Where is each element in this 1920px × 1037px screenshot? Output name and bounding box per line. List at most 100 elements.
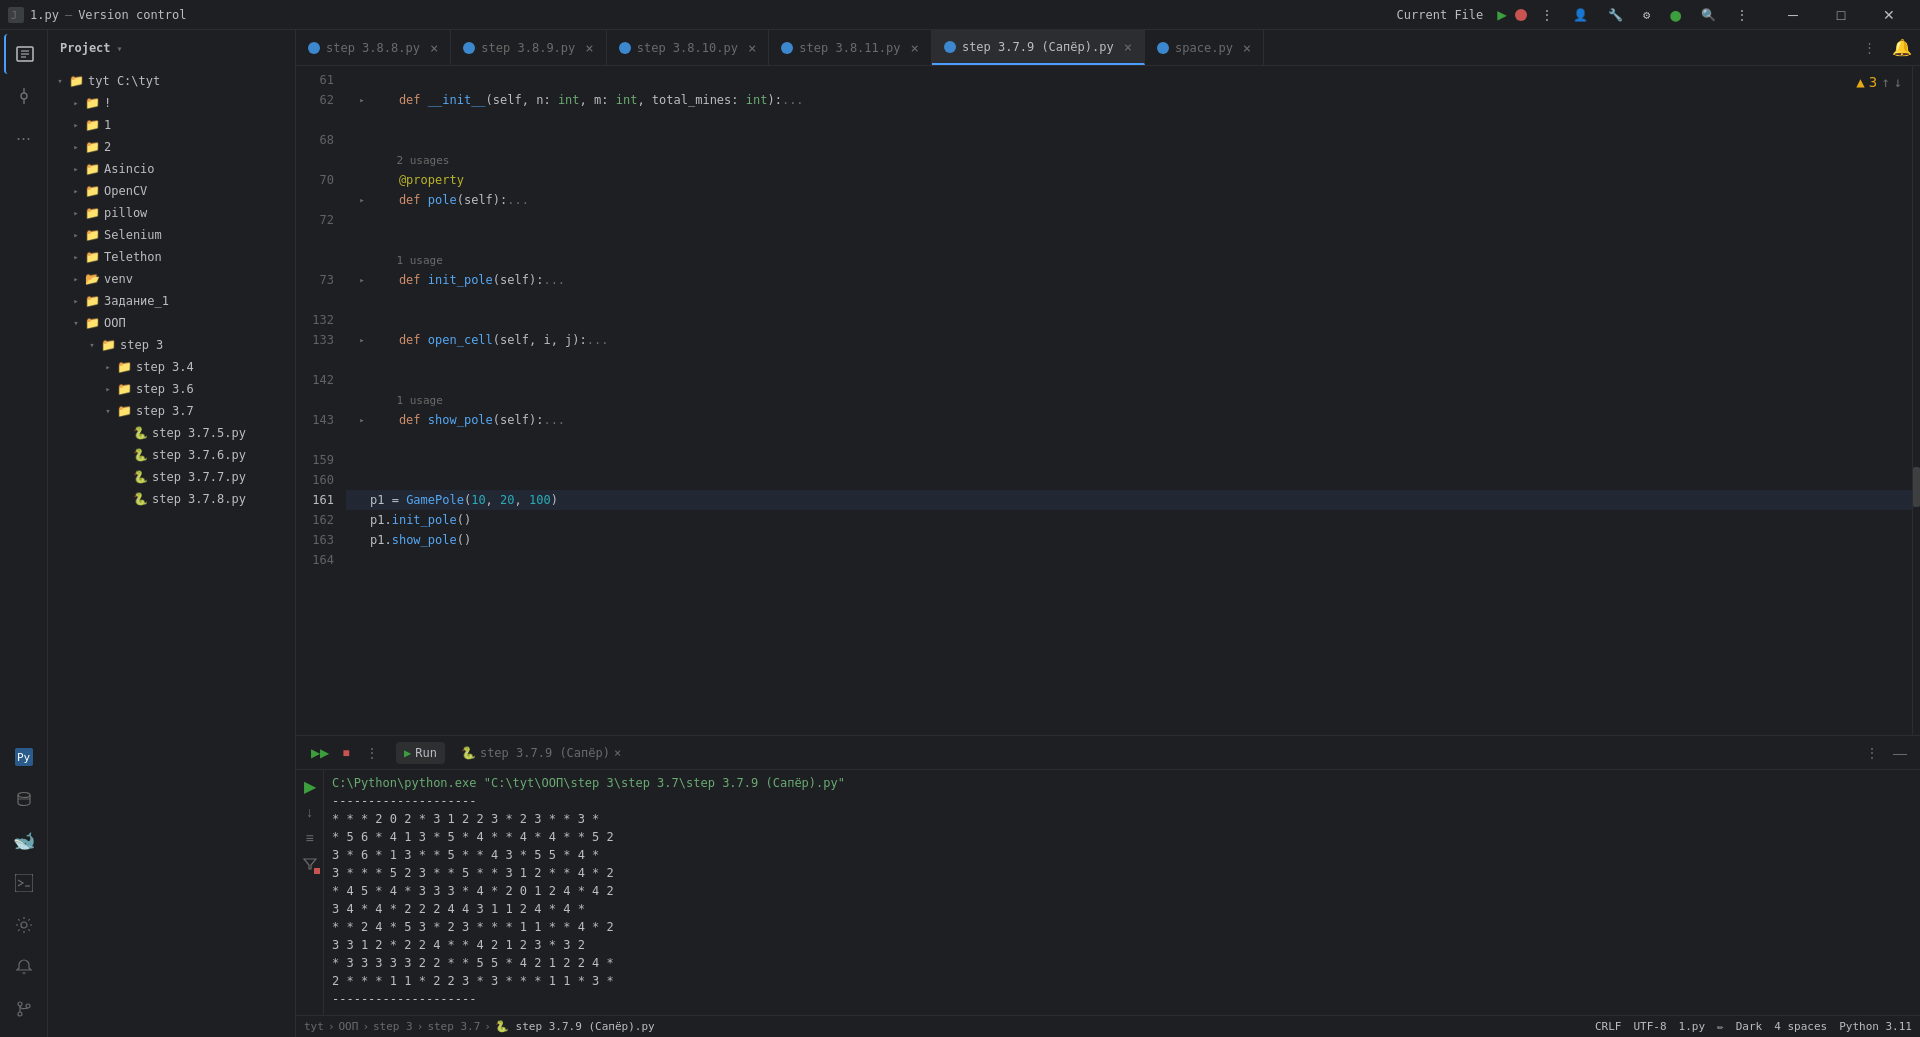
tab-close-3-8-11[interactable]: ×	[910, 40, 918, 56]
tree-item-step375[interactable]: ▸ 🐍 step 3.7.5.py	[48, 422, 295, 444]
more-btn[interactable]: ⋮	[1535, 6, 1559, 24]
tree-item-zadanie[interactable]: ▸ 📁 Задание_1	[48, 290, 295, 312]
python-console-btn[interactable]: Py	[4, 737, 44, 777]
settings-icon-btn[interactable]	[4, 905, 44, 945]
tree-arrow-step37: ▾	[100, 403, 116, 419]
code-area[interactable]: ▸ def __init__(self, n: int, m: int, tot…	[346, 66, 1912, 735]
folder-icon-step37: 📁	[116, 403, 132, 419]
terminal-btn[interactable]	[4, 863, 44, 903]
tree-arrow-asincio: ▸	[68, 161, 84, 177]
tree-item-oop[interactable]: ▾ 📁 ООП	[48, 312, 295, 334]
profile-icon[interactable]: 👤	[1567, 6, 1594, 24]
term-play-btn[interactable]: ▶	[298, 774, 322, 798]
terminal-tab-saper[interactable]: 🐍 step 3.7.9 (Сапёр) ×	[453, 742, 629, 764]
breadcrumb-step3[interactable]: step 3	[373, 1020, 413, 1033]
term-line-4: 3 * * * 5 2 3 * * 5 * * 3 1 2 * * 4 * 2	[332, 864, 1912, 882]
tree-item-selenium[interactable]: ▸ 📁 Selenium	[48, 224, 295, 246]
close-btn[interactable]: ✕	[1866, 0, 1912, 30]
editor-main: 61 62 68 70 72 73 132 133 142 143 159	[296, 66, 1920, 735]
tree-item-venv[interactable]: ▸ 📂 venv	[48, 268, 295, 290]
tree-item-tyt[interactable]: ▾ 📁 tyt C:\tyt	[48, 70, 295, 92]
terminal-settings-btn[interactable]: ⋮	[1860, 741, 1884, 765]
tree-item-2[interactable]: ▸ 📁 2	[48, 136, 295, 158]
tab-close-3-8-8[interactable]: ×	[430, 40, 438, 56]
encoding-status[interactable]: CRLF	[1595, 1020, 1622, 1033]
tab-space[interactable]: space.py ×	[1145, 30, 1264, 65]
indent-status[interactable]: 4 spaces	[1774, 1020, 1827, 1033]
title-bar: J 1.py – Version control Current File ▶ …	[0, 0, 1920, 30]
tab-3-8-9[interactable]: step 3.8.9.py ×	[451, 30, 606, 65]
tree-item-step36[interactable]: ▸ 📁 step 3.6	[48, 378, 295, 400]
tab-close-3-8-10[interactable]: ×	[748, 40, 756, 56]
editor-panel: step 3.8.8.py × step 3.8.9.py × step 3.8…	[296, 30, 1920, 1037]
breadcrumb-tyt[interactable]: tyt	[304, 1020, 324, 1033]
tree-item-step34[interactable]: ▸ 📁 step 3.4	[48, 356, 295, 378]
tools-icon[interactable]: 🔧	[1602, 6, 1629, 24]
tab-3-7-9[interactable]: step 3.7.9 (Сапёр).py ×	[932, 30, 1145, 65]
tree-item-asincio[interactable]: ▸ 📁 Asincio	[48, 158, 295, 180]
notifications-btn[interactable]	[4, 947, 44, 987]
minimize-btn[interactable]: ─	[1770, 0, 1816, 30]
tab-icon-3-8-10	[619, 42, 631, 54]
tab-label-space: space.py	[1175, 41, 1233, 55]
tree-arrow-oop: ▾	[68, 315, 84, 331]
database-btn[interactable]	[4, 779, 44, 819]
fold-arrow-62[interactable]: ▸	[354, 95, 370, 105]
project-icon-btn[interactable]	[4, 34, 44, 74]
term-list-btn[interactable]: ≡	[298, 826, 322, 850]
language-status[interactable]: Python 3.11	[1839, 1020, 1912, 1033]
term-line-3: 3 * 6 * 1 3 * * 5 * * 4 3 * 5 5 * 4 *	[332, 846, 1912, 864]
file-name[interactable]: 1.py	[30, 8, 59, 22]
stop-icon[interactable]	[1515, 9, 1527, 21]
icon-bar-bottom: Py 🐋	[4, 737, 44, 1037]
tree-item-step376[interactable]: ▸ 🐍 step 3.7.6.py	[48, 444, 295, 466]
run-icon[interactable]: ▶	[1497, 5, 1507, 24]
tabs-more-btn[interactable]: ⋮	[1859, 36, 1880, 59]
breadcrumb-oop[interactable]: ООП	[339, 1020, 359, 1033]
tab-close-3-7-9[interactable]: ×	[1124, 39, 1132, 55]
version-control[interactable]: Version control	[78, 8, 186, 22]
more-icon-btn[interactable]: ···	[4, 118, 44, 158]
terminal-stop-btn[interactable]: ■	[334, 741, 358, 765]
tree-item-step37[interactable]: ▾ 📁 step 3.7	[48, 400, 295, 422]
terminal-tab-saper-close[interactable]: ×	[614, 746, 621, 760]
breadcrumb-file[interactable]: 🐍 step 3.7.9 (Сапёр).py	[495, 1020, 655, 1033]
tree-item-1[interactable]: ▸ 📁 1	[48, 114, 295, 136]
tree-item-telethon[interactable]: ▸ 📁 Telethon	[48, 246, 295, 268]
tree-item-excl[interactable]: ▸ 📁 !	[48, 92, 295, 114]
warning-up-arrow[interactable]: ↑	[1881, 74, 1889, 90]
current-file-btn[interactable]: Current File	[1391, 6, 1490, 24]
tab-3-8-8[interactable]: step 3.8.8.py ×	[296, 30, 451, 65]
tree-item-opencv[interactable]: ▸ 📁 OpenCV	[48, 180, 295, 202]
title-more-btn[interactable]: ⋮	[1730, 6, 1754, 24]
tab-close-space[interactable]: ×	[1243, 40, 1251, 56]
tab-3-8-11[interactable]: step 3.8.11.py ×	[769, 30, 932, 65]
tree-label-venv: venv	[104, 272, 133, 286]
maximize-btn[interactable]: □	[1818, 0, 1864, 30]
terminal-more-btn[interactable]: ⋮	[360, 741, 384, 765]
tab-3-8-10[interactable]: step 3.8.10.py ×	[607, 30, 770, 65]
filetype-status[interactable]: 1.py	[1679, 1020, 1706, 1033]
warning-down-arrow[interactable]: ↓	[1894, 74, 1902, 90]
tree-label-step3: step 3	[120, 338, 163, 352]
term-filter-btn[interactable]	[298, 852, 322, 876]
term-scroll-down-btn[interactable]: ↓	[298, 800, 322, 824]
terminal-tab-run[interactable]: ▶ Run	[396, 742, 445, 764]
tree-item-step3[interactable]: ▾ 📁 step 3	[48, 334, 295, 356]
terminal-rerun-btn[interactable]: ▶▶	[308, 741, 332, 765]
search-icon[interactable]: 🔍	[1695, 6, 1722, 24]
charset-status[interactable]: UTF-8	[1633, 1020, 1666, 1033]
settings-icon[interactable]: ⚙	[1637, 6, 1656, 24]
tree-item-step377[interactable]: ▸ 🐍 step 3.7.7.py	[48, 466, 295, 488]
folder-icon-zadanie: 📁	[84, 293, 100, 309]
breadcrumb-step37[interactable]: step 3.7	[427, 1020, 480, 1033]
terminal-minimize-btn[interactable]: —	[1888, 741, 1912, 765]
tree-item-step378[interactable]: ▸ 🐍 step 3.7.8.py	[48, 488, 295, 510]
commit-icon-btn[interactable]	[4, 76, 44, 116]
tree-item-pillow[interactable]: ▸ 📁 pillow	[48, 202, 295, 224]
docker-btn[interactable]: 🐋	[4, 821, 44, 861]
line-num-72: 72	[296, 210, 346, 230]
theme-status[interactable]: Dark	[1736, 1020, 1763, 1033]
tab-close-3-8-9[interactable]: ×	[585, 40, 593, 56]
git-branch-btn[interactable]	[4, 989, 44, 1029]
